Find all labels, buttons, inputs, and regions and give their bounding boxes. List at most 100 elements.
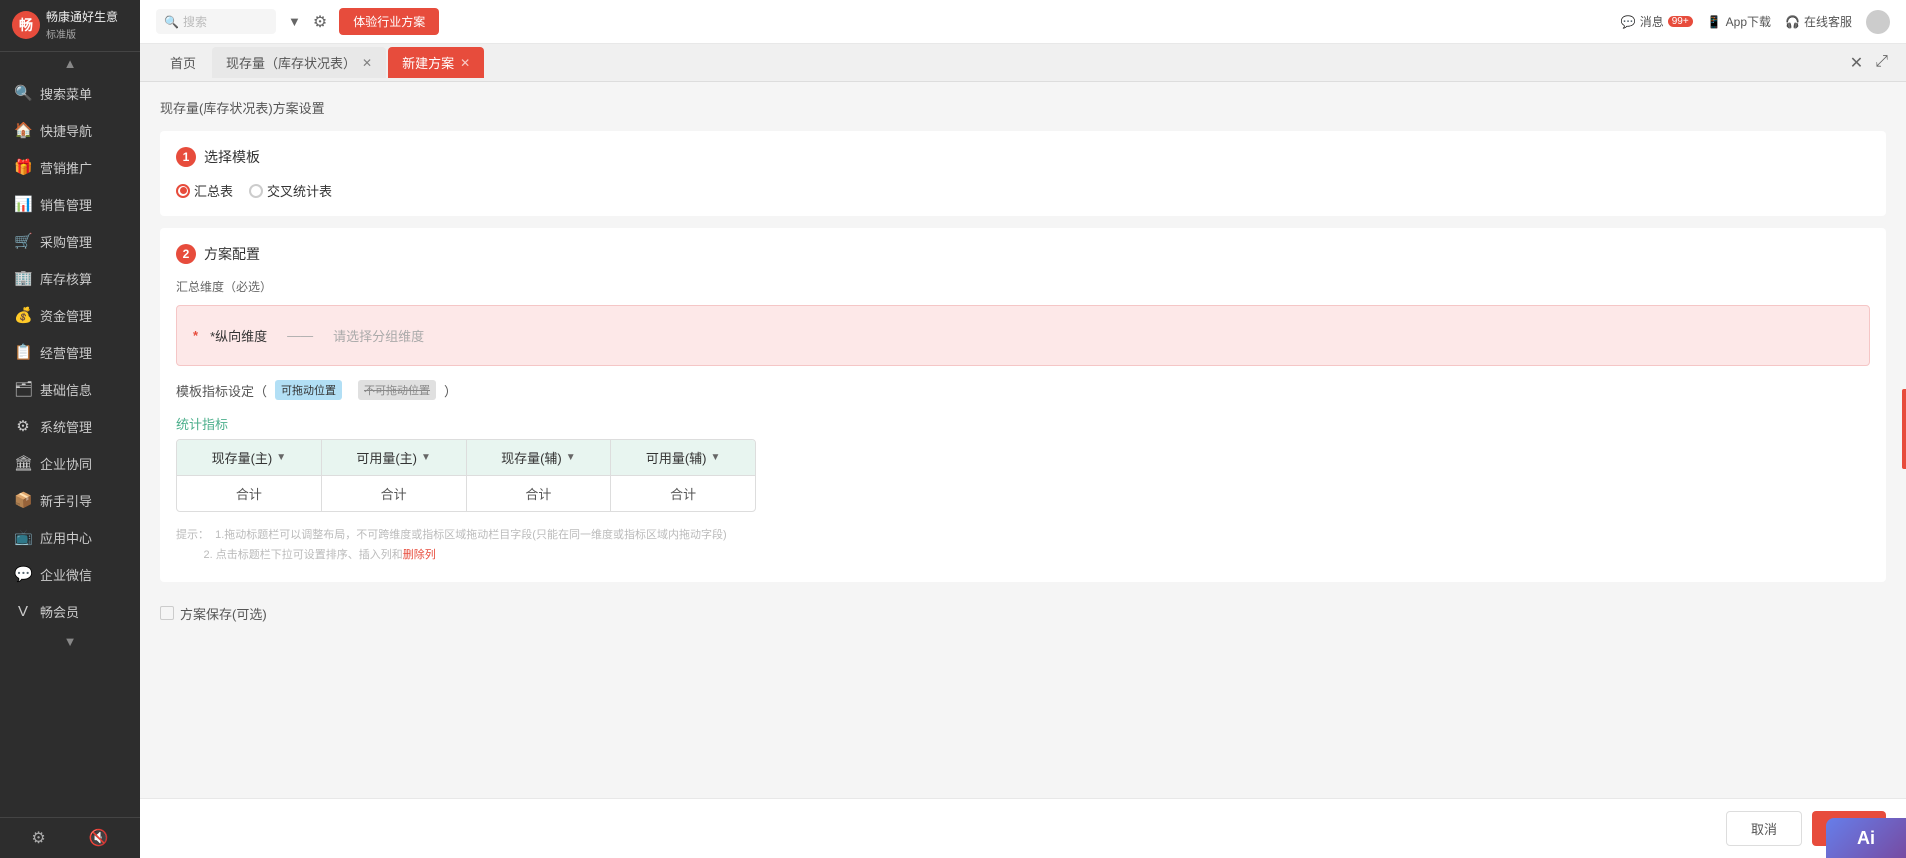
stats-col-0[interactable]: 现存量(主) ▼: [177, 440, 322, 475]
topbar-dropdown-icon[interactable]: ▼: [288, 14, 301, 29]
stats-table-row-0: 合计 合计 合计 合计: [177, 475, 755, 511]
no-drag-badge: 不可拖动位置: [358, 380, 436, 400]
section2-num: 2: [176, 244, 196, 264]
section2-header: 2 方案配置: [176, 244, 1870, 264]
sidebar: 畅 畅康通好生意 标准版 ▲ 🔍 搜索菜单 🏠 快捷导航 🎁 营销推广 📊 销售…: [0, 0, 140, 858]
radio-dot-summary: [176, 184, 190, 198]
tab-close-window-btn[interactable]: ✕: [1848, 51, 1865, 75]
search-icon: 🔍: [14, 84, 32, 102]
msg-icon: 💬: [1621, 15, 1636, 29]
tabbar-actions: ✕ ⤢: [1848, 51, 1890, 75]
sidebar-item-search[interactable]: 🔍 搜索菜单: [0, 75, 140, 112]
stats-col-2[interactable]: 现存量(辅) ▼: [467, 440, 612, 475]
section2-title: 方案配置: [204, 244, 260, 264]
vip-icon: V: [14, 603, 32, 620]
cancel-button[interactable]: 取消: [1726, 811, 1802, 846]
save-checkbox-label: 方案保存(可选): [180, 604, 267, 623]
topbar: 🔍 搜索 ▼ ⚙ 体验行业方案 💬 消息 99+ 📱 App下载 🎧 在线客服: [140, 0, 1906, 44]
indicator-setting-label: 模板指标设定（: [176, 381, 267, 400]
tv-icon: 📺: [14, 528, 32, 546]
sidebar-item-marketing[interactable]: 🎁 营销推广: [0, 149, 140, 186]
gift-icon: 🎁: [14, 158, 32, 176]
stats-label: 统计指标: [176, 414, 1870, 433]
dimension-select-area[interactable]: * *纵向维度 —— 请选择分组维度: [176, 305, 1870, 366]
sidebar-item-corp[interactable]: 🏛 企业协同: [0, 445, 140, 482]
clipboard-icon: 📋: [14, 343, 32, 361]
indicator-setting-row: 模板指标设定（ 可拖动位置 不可拖动位置 ）: [176, 380, 1870, 400]
col-chevron-1: ▼: [421, 452, 431, 463]
sidebar-settings-btn[interactable]: ⚙: [31, 828, 45, 848]
building-icon: 🏛: [14, 454, 32, 472]
search-box[interactable]: 🔍 搜索: [156, 9, 276, 34]
tab-close-inventory[interactable]: ✕: [362, 56, 372, 70]
topbar-gear-icon[interactable]: ⚙: [313, 12, 327, 32]
sidebar-item-vip[interactable]: V 畅会员: [0, 593, 140, 630]
wechat-icon: 💬: [14, 565, 32, 583]
stats-table-header: 现存量(主) ▼ 可用量(主) ▼ 现存量(辅) ▼ 可用量(辅): [177, 440, 755, 475]
sidebar-item-shortcut[interactable]: 🏠 快捷导航: [0, 112, 140, 149]
indicator-setting-close: ）: [444, 381, 457, 400]
tab-close-new-scheme[interactable]: ✕: [460, 56, 470, 70]
tip-2: 2. 点击标题栏下拉可设置排序、插入列和删除列: [176, 546, 1870, 566]
right-accent-bar: [1902, 389, 1906, 469]
user-avatar: [1866, 10, 1890, 34]
section-template: 1 选择模板 汇总表 交叉统计表: [160, 131, 1886, 216]
stats-table: 现存量(主) ▼ 可用量(主) ▼ 现存量(辅) ▼ 可用量(辅): [176, 439, 756, 512]
topbar-service[interactable]: 🎧 在线客服: [1785, 13, 1852, 30]
footer: 取消 查询: [140, 798, 1906, 858]
sidebar-item-operation[interactable]: 📋 经营管理: [0, 334, 140, 371]
col-chevron-2: ▼: [566, 452, 576, 463]
save-checkbox[interactable]: [160, 606, 174, 620]
service-icon: 🎧: [1785, 15, 1800, 29]
industry-btn[interactable]: 体验行业方案: [339, 8, 439, 35]
tab-inventory-status[interactable]: 现存量（库存状况表） ✕: [212, 47, 386, 78]
dim-dash: ——: [287, 328, 313, 343]
sidebar-item-sales[interactable]: 📊 销售管理: [0, 186, 140, 223]
topbar-app[interactable]: 📱 App下载: [1707, 13, 1771, 30]
sidebar-item-wechat[interactable]: 💬 企业微信: [0, 556, 140, 593]
radio-summary[interactable]: 汇总表: [176, 181, 233, 200]
sidebar-scroll-down[interactable]: ▼: [0, 630, 140, 653]
radio-dot-cross: [249, 184, 263, 198]
app-logo-text: 畅康通好生意 标准版: [46, 10, 118, 41]
app-icon: 📱: [1707, 15, 1722, 29]
sidebar-item-newbie[interactable]: 📦 新手引导: [0, 482, 140, 519]
draggable-badge: 可拖动位置: [275, 380, 342, 400]
dim-select-placeholder[interactable]: 请选择分组维度: [333, 326, 424, 345]
col-chevron-0: ▼: [276, 452, 286, 463]
tips-area: 提示： 1.拖动标题栏可以调整布局，不可跨维度或指标区域拖动栏目字段(只能在同一…: [176, 526, 1870, 566]
sidebar-bottom: ⚙ 🔇: [0, 817, 140, 858]
warehouse-icon: 🏢: [14, 269, 32, 287]
stats-cell-0-2: 合计: [467, 476, 612, 511]
stats-cell-0-3: 合计: [611, 476, 755, 511]
ai-float-button[interactable]: Ai: [1826, 818, 1906, 858]
sidebar-item-purchase[interactable]: 🛒 采购管理: [0, 223, 140, 260]
chart-icon: 📊: [14, 195, 32, 213]
template-radio-group: 汇总表 交叉统计表: [176, 181, 1870, 200]
stats-col-3[interactable]: 可用量(辅) ▼: [611, 440, 755, 475]
tab-expand-btn[interactable]: ⤢: [1873, 51, 1890, 75]
topbar-right: 💬 消息 99+ 📱 App下载 🎧 在线客服: [1621, 10, 1890, 34]
tab-new-scheme[interactable]: 新建方案 ✕: [388, 47, 484, 78]
sidebar-item-finance[interactable]: 💰 资金管理: [0, 297, 140, 334]
msg-badge: 99+: [1668, 16, 1693, 27]
sidebar-item-apps[interactable]: 📺 应用中心: [0, 519, 140, 556]
section1-header: 1 选择模板: [176, 147, 1870, 167]
topbar-msg[interactable]: 💬 消息 99+: [1621, 13, 1693, 30]
main-area: 🔍 搜索 ▼ ⚙ 体验行业方案 💬 消息 99+ 📱 App下载 🎧 在线客服: [140, 0, 1906, 858]
stats-col-1[interactable]: 可用量(主) ▼: [322, 440, 467, 475]
search-icon-topbar: 🔍: [164, 15, 179, 29]
stats-cell-0-1: 合计: [322, 476, 467, 511]
topbar-user[interactable]: [1866, 10, 1890, 34]
sidebar-sound-btn[interactable]: 🔇: [89, 828, 109, 848]
sidebar-item-system[interactable]: ⚙ 系统管理: [0, 408, 140, 445]
required-star: *: [193, 328, 198, 343]
home-icon: 🏠: [14, 121, 32, 139]
sidebar-item-basic[interactable]: 🗂 基础信息: [0, 371, 140, 408]
tab-home[interactable]: 首页: [156, 47, 210, 78]
sidebar-logo: 畅 畅康通好生意 标准版: [0, 0, 140, 52]
sidebar-scroll-up[interactable]: ▲: [0, 52, 140, 75]
search-placeholder: 搜索: [183, 13, 207, 30]
radio-cross[interactable]: 交叉统计表: [249, 181, 332, 200]
sidebar-item-inventory[interactable]: 🏢 库存核算: [0, 260, 140, 297]
